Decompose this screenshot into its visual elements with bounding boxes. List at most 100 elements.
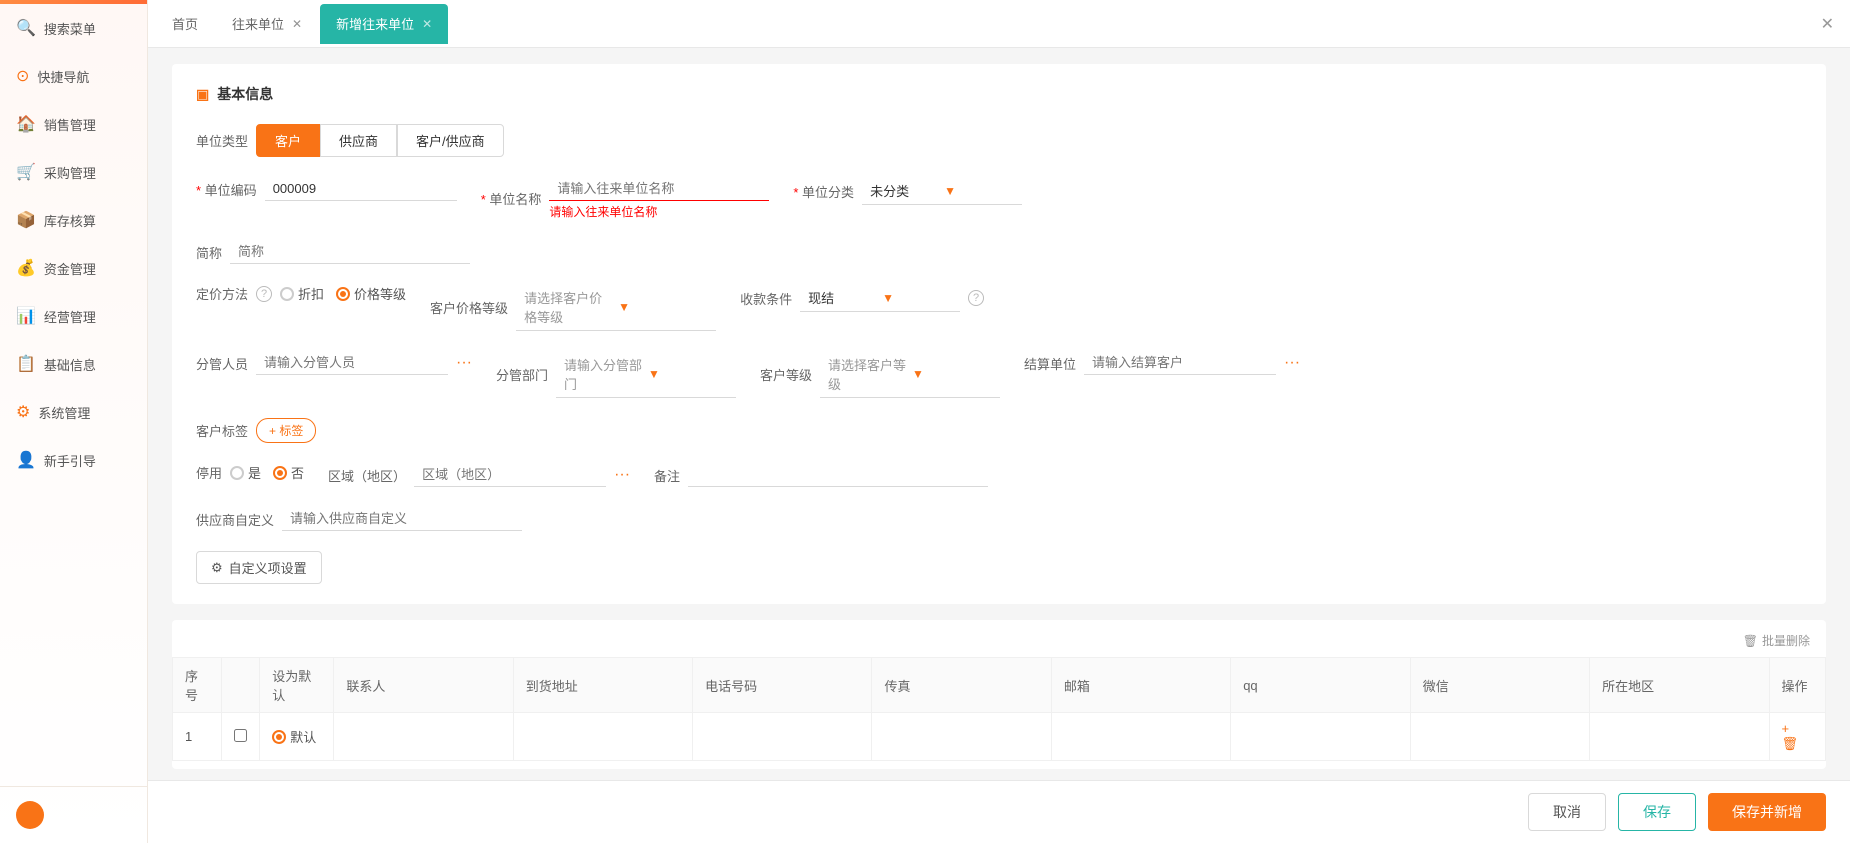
row-qq-input[interactable] xyxy=(1243,729,1398,744)
row-default-radio[interactable]: 默认 xyxy=(272,727,321,746)
row-default-radio-btn[interactable] xyxy=(272,730,286,744)
sidebar-item-quick-nav[interactable]: ⊙ 快捷导航 xyxy=(0,52,147,100)
payment-help-icon[interactable]: ? xyxy=(968,290,984,306)
manager-input[interactable] xyxy=(256,351,448,375)
department-field: 分管部门 请输入分管部门 ▼ xyxy=(496,351,736,398)
tab-partners[interactable]: 往来单位 ✕ xyxy=(216,4,318,44)
short-name-input[interactable] xyxy=(230,240,470,264)
row-qq[interactable] xyxy=(1231,713,1411,761)
unit-name-input[interactable] xyxy=(549,177,769,201)
row-add-icon[interactable]: + xyxy=(1782,721,1790,736)
sidebar-purchase-label: 采购管理 xyxy=(44,163,96,182)
remark-input[interactable] xyxy=(688,463,988,487)
save-button[interactable]: 保存 xyxy=(1618,793,1696,831)
col-wechat: 微信 xyxy=(1410,658,1589,713)
pricing-discount[interactable]: 折扣 xyxy=(280,284,324,303)
sidebar-item-purchase[interactable]: 🛒 采购管理 xyxy=(0,148,147,196)
manager-more-icon[interactable]: ··· xyxy=(456,354,472,372)
customer-price-select[interactable]: 请选择客户价格等级 ▼ xyxy=(516,284,716,331)
pricing-radio-group: 折扣 价格等级 xyxy=(280,284,406,303)
pricing-row: 定价方法 ? 折扣 价格等级 客户价格等级 xyxy=(196,284,1802,331)
sidebar-item-system[interactable]: ⚙ 系统管理 xyxy=(0,388,147,436)
save-new-button[interactable]: 保存并新增 xyxy=(1708,793,1826,831)
row-wechat[interactable] xyxy=(1410,713,1589,761)
row-default: 默认 xyxy=(260,713,334,761)
row-region[interactable] xyxy=(1590,713,1769,761)
unit-category-value: 未分类 xyxy=(870,181,940,200)
pricing-method-field: 定价方法 ? 折扣 价格等级 xyxy=(196,284,406,303)
sidebar-operations-label: 经营管理 xyxy=(44,307,96,326)
department-select[interactable]: 请输入分管部门 ▼ xyxy=(556,351,736,398)
settlement-more-icon[interactable]: ··· xyxy=(1284,354,1300,372)
sidebar-item-inventory[interactable]: 📦 库存核算 xyxy=(0,196,147,244)
disabled-yes[interactable]: 是 xyxy=(230,463,261,482)
type-btn-customer[interactable]: 客户 xyxy=(256,124,320,157)
row-address[interactable] xyxy=(513,713,692,761)
row-email[interactable] xyxy=(1051,713,1230,761)
operations-icon: 📊 xyxy=(16,306,36,326)
custom-settings-button[interactable]: ⚙ 自定义项设置 xyxy=(196,551,322,584)
disabled-yes-radio[interactable] xyxy=(230,466,244,480)
trash-icon: 🗑 xyxy=(1743,634,1758,648)
unit-category-select[interactable]: 未分类 ▼ xyxy=(862,177,1022,205)
tab-new-partner-label: 新增往来单位 xyxy=(336,14,414,33)
row-phone-input[interactable] xyxy=(705,729,859,744)
batch-delete-label: 批量删除 xyxy=(1762,632,1810,649)
row-email-input[interactable] xyxy=(1064,729,1218,744)
row-region-input[interactable] xyxy=(1602,729,1756,744)
tab-partners-label: 往来单位 xyxy=(232,14,284,33)
pricing-price-level[interactable]: 价格等级 xyxy=(336,284,406,303)
tab-new-partner[interactable]: 新增往来单位 ✕ xyxy=(320,4,448,44)
row-address-input[interactable] xyxy=(526,729,680,744)
window-close[interactable]: ✕ xyxy=(1813,10,1842,38)
row-checkbox[interactable] xyxy=(234,729,247,742)
footer: 取消 保存 保存并新增 xyxy=(148,780,1850,843)
supplier-custom-row: 供应商自定义 xyxy=(196,507,1802,531)
payment-terms-select[interactable]: 现结 ▼ xyxy=(800,284,960,312)
search-icon: 🔍 xyxy=(16,18,36,38)
row-checkbox-cell[interactable] xyxy=(222,713,260,761)
row-fax-input[interactable] xyxy=(884,729,1038,744)
col-region: 所在地区 xyxy=(1590,658,1769,713)
disabled-no[interactable]: 否 xyxy=(273,463,304,482)
section-icon: ▣ xyxy=(196,86,209,103)
tab-home[interactable]: 首页 xyxy=(156,4,214,44)
type-btn-supplier[interactable]: 供应商 xyxy=(320,124,397,157)
col-checkbox xyxy=(222,658,260,713)
pricing-discount-radio[interactable] xyxy=(280,287,294,301)
custom-settings-wrap: ⚙ 自定义项设置 xyxy=(196,551,1802,584)
row-phone[interactable] xyxy=(693,713,872,761)
supplier-custom-input[interactable] xyxy=(282,507,522,531)
sidebar-item-finance[interactable]: 💰 资金管理 xyxy=(0,244,147,292)
department-placeholder: 请输入分管部门 xyxy=(564,355,644,393)
customer-price-label: 客户价格等级 xyxy=(430,298,508,317)
row-wechat-input[interactable] xyxy=(1423,729,1577,744)
region-more-icon[interactable]: ··· xyxy=(614,466,630,484)
type-btn-both[interactable]: 客户/供应商 xyxy=(397,124,504,157)
customer-level-select[interactable]: 请选择客户等级 ▼ xyxy=(820,351,1000,398)
add-tag-button[interactable]: + 标签 xyxy=(256,418,316,443)
col-index: 序号 xyxy=(173,658,222,713)
row-contact[interactable] xyxy=(334,713,513,761)
sidebar-item-sales[interactable]: 🏠 销售管理 xyxy=(0,100,147,148)
disabled-no-radio[interactable] xyxy=(273,466,287,480)
sidebar-item-operations[interactable]: 📊 经营管理 xyxy=(0,292,147,340)
pricing-help-icon[interactable]: ? xyxy=(256,286,272,302)
sidebar-item-basic[interactable]: 📋 基础信息 xyxy=(0,340,147,388)
settlement-unit-input[interactable] xyxy=(1084,351,1276,375)
tab-new-partner-close[interactable]: ✕ xyxy=(422,17,432,31)
cancel-button[interactable]: 取消 xyxy=(1528,793,1606,831)
sidebar-item-guide[interactable]: 👤 新手引导 xyxy=(0,436,147,484)
unit-category-label: 单位分类 xyxy=(793,182,854,201)
pricing-price-level-radio[interactable] xyxy=(336,287,350,301)
contact-table: 序号 设为默认 联系人 到货地址 电话号码 传真 邮箱 qq 微信 所在地区 操… xyxy=(172,657,1826,761)
region-input[interactable] xyxy=(414,463,606,487)
batch-delete-button[interactable]: 🗑 批量删除 xyxy=(1743,632,1810,649)
row-delete-icon[interactable]: 🗑 xyxy=(1782,736,1799,751)
unit-code-input[interactable] xyxy=(265,177,457,201)
department-arrow: ▼ xyxy=(648,367,728,381)
row-fax[interactable] xyxy=(872,713,1051,761)
tab-partners-close[interactable]: ✕ xyxy=(292,17,302,31)
sidebar-item-search[interactable]: 🔍 搜索菜单 xyxy=(0,4,147,52)
row-contact-input[interactable] xyxy=(346,729,500,744)
